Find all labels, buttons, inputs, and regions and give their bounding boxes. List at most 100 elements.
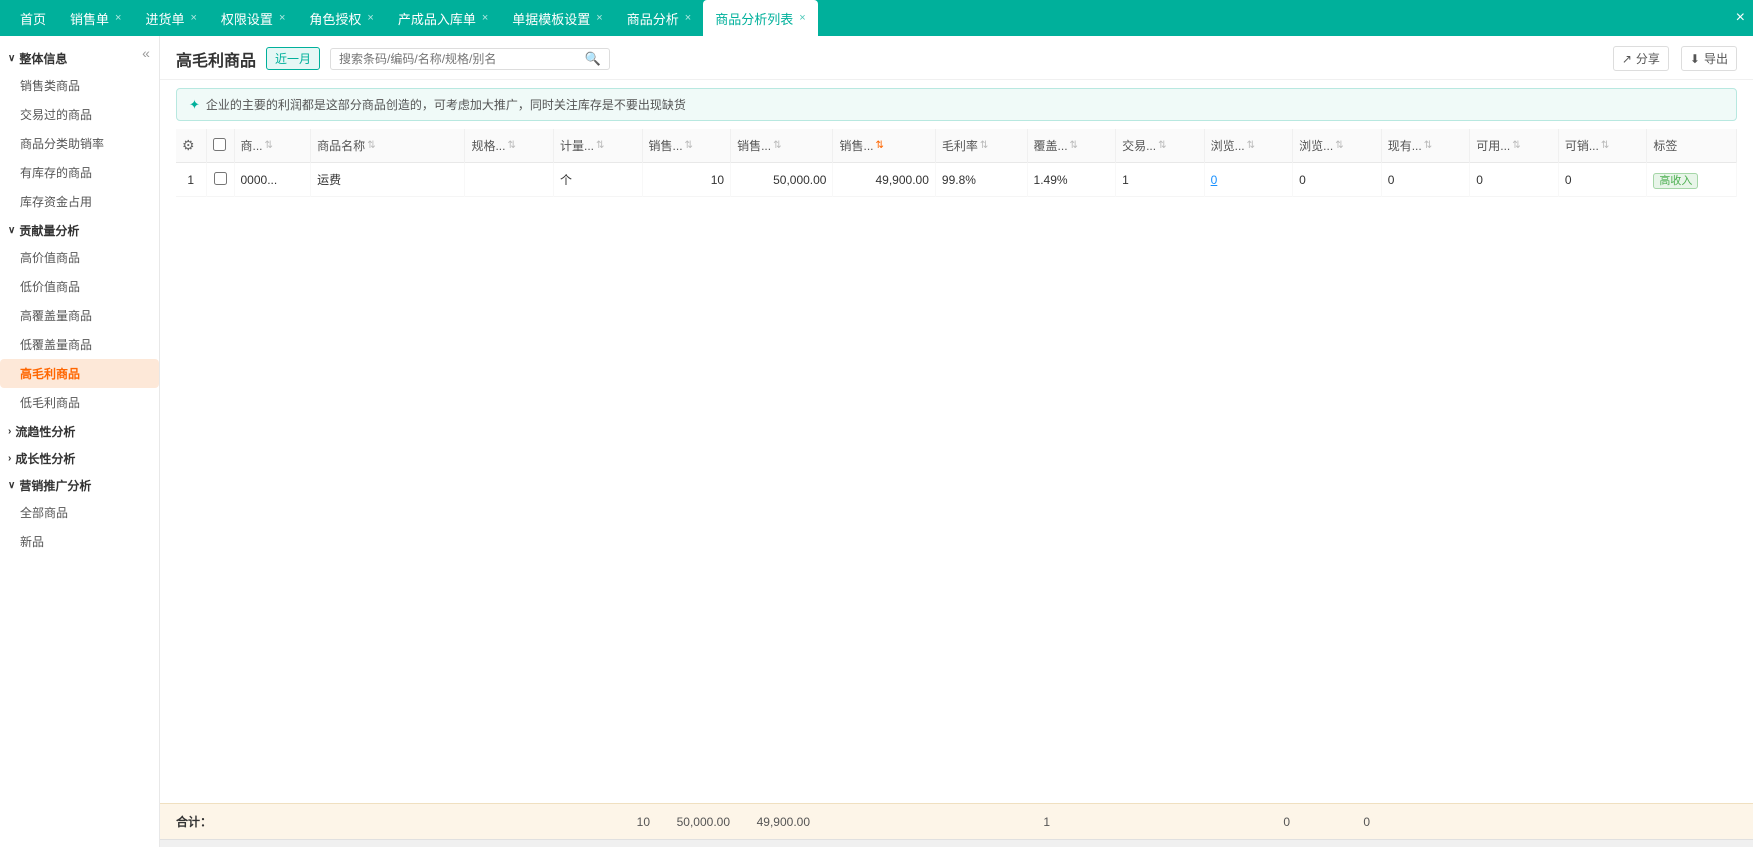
table-header-row: ⚙ 商...⇅ 商品名称⇅ 规格...⇅ [176, 129, 1737, 163]
footer-current-stock: 0 [1216, 815, 1296, 829]
sort-icon[interactable]: ⇅ [685, 140, 693, 151]
sort-icon[interactable]: ⇅ [1424, 140, 1432, 151]
col-available: 可用...⇅ [1470, 129, 1559, 163]
sidebar-collapse-button[interactable]: « [137, 44, 155, 62]
col-coverage: 覆盖...⇅ [1027, 129, 1116, 163]
sidebar-group-trend[interactable]: › 流趋性分析 [0, 417, 159, 444]
chevron-right-icon: › [8, 453, 11, 464]
sort-icon[interactable]: ⇅ [1601, 140, 1609, 151]
tab-permission-settings[interactable]: 权限设置 × [209, 0, 297, 36]
gear-icon[interactable]: ⚙ [182, 137, 195, 153]
close-icon[interactable]: × [685, 12, 691, 24]
sidebar-item-low-value[interactable]: 低价值商品 [0, 272, 159, 301]
sidebar-item-high-margin[interactable]: 高毛利商品 [0, 359, 159, 388]
sort-icon[interactable]: ⇅ [876, 140, 884, 151]
sidebar-item-all-goods[interactable]: 全部商品 [0, 498, 159, 527]
col-settings[interactable]: ⚙ [176, 129, 206, 163]
chevron-down-icon: ∨ [8, 53, 15, 64]
row-browse1: 0 [1204, 163, 1293, 197]
row-sales-qty: 10 [642, 163, 731, 197]
tab-product-analysis[interactable]: 商品分析 × [615, 0, 703, 36]
sidebar-item-high-coverage[interactable]: 高覆盖量商品 [0, 301, 159, 330]
row-available: 0 [1470, 163, 1559, 197]
sort-icon[interactable]: ⇅ [367, 140, 375, 151]
sidebar-item-sales-goods[interactable]: 销售类商品 [0, 71, 159, 100]
chevron-down-icon: ∨ [8, 225, 15, 236]
horizontal-scrollbar[interactable] [160, 839, 1753, 847]
tab-sales-order[interactable]: 销售单 × [58, 0, 133, 36]
sort-icon[interactable]: ⇅ [1335, 140, 1343, 151]
close-icon[interactable]: × [190, 12, 196, 24]
row-sales-amount: 50,000.00 [731, 163, 833, 197]
close-all-button[interactable]: × [1736, 9, 1745, 27]
export-button[interactable]: ⬇ 导出 [1681, 46, 1737, 71]
row-spec [465, 163, 554, 197]
share-icon: ↗ [1622, 52, 1632, 66]
col-name: 商品名称⇅ [311, 129, 465, 163]
sort-icon[interactable]: ⇅ [1512, 140, 1520, 151]
col-gross-margin: 毛利率⇅ [935, 129, 1027, 163]
tab-product-inbound[interactable]: 产成品入库单 × [386, 0, 500, 36]
sort-icon[interactable]: ⇅ [1247, 140, 1255, 151]
close-icon[interactable]: × [799, 12, 805, 24]
footer-sales-amount: 50,000.00 [656, 815, 736, 829]
col-transaction: 交易...⇅ [1116, 129, 1205, 163]
sidebar-item-low-coverage[interactable]: 低覆盖量商品 [0, 330, 159, 359]
sort-icon[interactable]: ⇅ [1070, 140, 1078, 151]
tab-product-analysis-list[interactable]: 商品分析列表 × [703, 0, 817, 36]
page-title: 高毛利商品 [176, 47, 256, 71]
sort-icon[interactable]: ⇅ [773, 140, 781, 151]
close-icon[interactable]: × [482, 12, 488, 24]
col-sales-amount: 销售...⇅ [731, 129, 833, 163]
col-spec: 规格...⇅ [465, 129, 554, 163]
row-unit: 个 [553, 163, 642, 197]
sidebar-item-traded-goods[interactable]: 交易过的商品 [0, 100, 159, 129]
footer-label: 合计： [176, 813, 296, 830]
row-checkbox[interactable] [214, 172, 227, 185]
footer-available: 0 [1296, 815, 1376, 829]
sort-icon[interactable]: ⇅ [596, 140, 604, 151]
close-icon[interactable]: × [115, 12, 121, 24]
tab-role-auth[interactable]: 角色授权 × [297, 0, 385, 36]
close-icon[interactable]: × [367, 12, 373, 24]
col-sales-profit: 销售...⇅ [833, 129, 935, 163]
tab-template-settings[interactable]: 单据模板设置 × [500, 0, 614, 36]
sidebar-group-contribution[interactable]: ∨ 贡献量分析 [0, 216, 159, 243]
row-sales-profit: 49,900.00 [833, 163, 935, 197]
sidebar-item-high-value[interactable]: 高价值商品 [0, 243, 159, 272]
sidebar-item-stock-funds[interactable]: 库存资金占用 [0, 187, 159, 216]
footer-transaction: 1 [976, 815, 1056, 829]
search-input[interactable] [339, 52, 585, 66]
sort-icon[interactable]: ⇅ [265, 140, 273, 151]
sort-icon[interactable]: ⇅ [1158, 140, 1166, 151]
row-name: 运费 [311, 163, 465, 197]
sidebar-group-marketing[interactable]: ∨ 营销推广分析 [0, 471, 159, 498]
share-button[interactable]: ↗ 分享 [1613, 46, 1669, 71]
sidebar-item-instock-goods[interactable]: 有库存的商品 [0, 158, 159, 187]
sidebar-group-overall[interactable]: ∨ 整体信息 [0, 44, 159, 71]
sidebar-item-category-rate[interactable]: 商品分类助销率 [0, 129, 159, 158]
sidebar: « ∨ 整体信息 销售类商品 交易过的商品 商品分类助销率 有库存的商品 库存资… [0, 36, 160, 847]
tab-purchase-order[interactable]: 进货单 × [133, 0, 208, 36]
time-filter-last-month[interactable]: 近一月 [266, 47, 320, 70]
footer-sales-profit: 49,900.00 [736, 815, 816, 829]
close-icon[interactable]: × [279, 12, 285, 24]
close-icon[interactable]: × [596, 12, 602, 24]
sort-icon[interactable]: ⇅ [507, 140, 515, 151]
row-checkbox-cell [206, 163, 234, 197]
footer-totals-bar: 合计： 10 50,000.00 49,900.00 1 0 0 [160, 803, 1753, 839]
info-banner: ✦ 企业的主要的利润都是这部分商品创造的，可考虑加大推广，同时关注库存是不要出现… [176, 88, 1737, 121]
sidebar-item-low-margin[interactable]: 低毛利商品 [0, 388, 159, 417]
tab-home[interactable]: 首页 [8, 0, 58, 36]
table-row: 1 0000... 运费 个 10 50,000.00 49,900.00 99… [176, 163, 1737, 197]
sidebar-group-growth[interactable]: › 成长性分析 [0, 444, 159, 471]
col-browse2: 浏览...⇅ [1293, 129, 1382, 163]
browse1-link[interactable]: 0 [1211, 173, 1218, 187]
tag-badge: 高收入 [1653, 173, 1698, 189]
select-all-checkbox[interactable] [213, 138, 226, 151]
row-transaction: 1 [1116, 163, 1205, 197]
search-icon[interactable]: 🔍 [585, 51, 601, 67]
sidebar-item-new-goods[interactable]: 新品 [0, 527, 159, 556]
sort-icon[interactable]: ⇅ [980, 140, 988, 151]
chevron-right-icon: › [8, 426, 11, 437]
